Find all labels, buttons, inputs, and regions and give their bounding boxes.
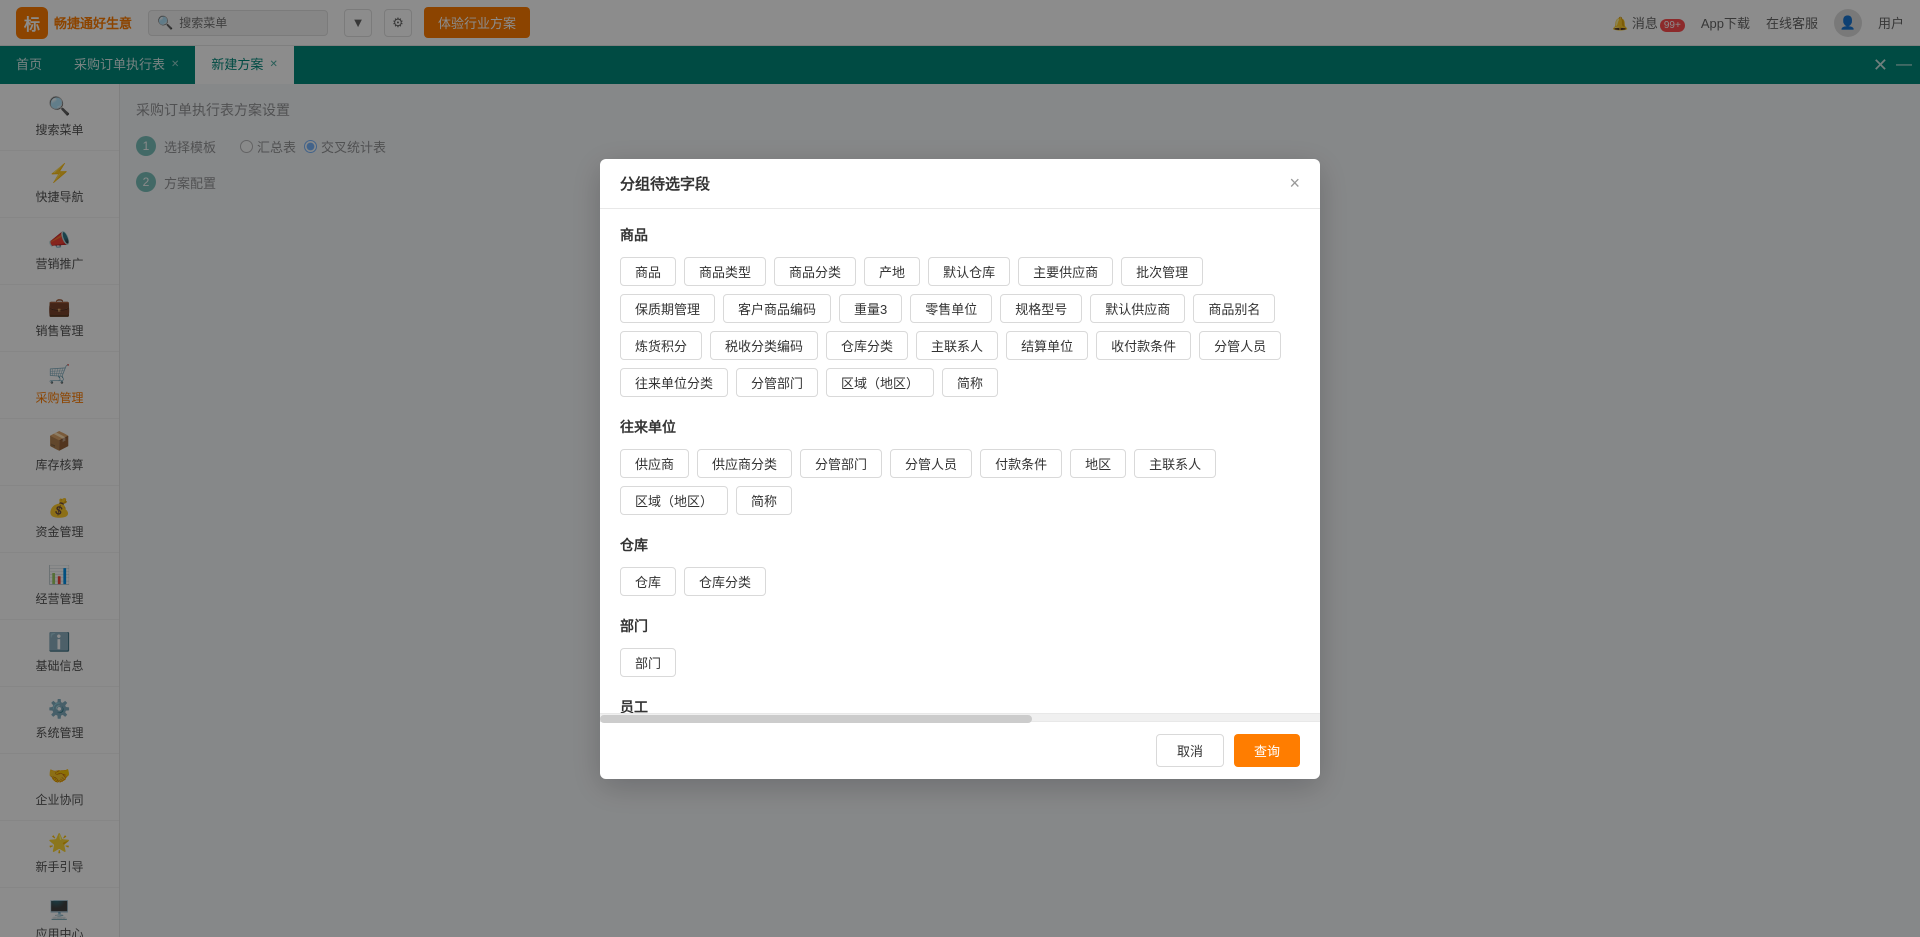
tag-goods-10[interactable]: 零售单位 [910,294,992,323]
section-warehouse-title: 仓库 [620,535,1300,555]
section-warehouse-tags: 仓库 仓库分类 [620,567,1300,596]
modal-footer: 取消 查询 [600,721,1320,779]
tag-partner-5[interactable]: 地区 [1070,449,1126,478]
section-department-title: 部门 [620,616,1300,636]
tag-goods-17[interactable]: 主联系人 [916,331,998,360]
tag-partner-6[interactable]: 主联系人 [1134,449,1216,478]
tag-partner-1[interactable]: 供应商分类 [697,449,792,478]
tag-goods-19[interactable]: 收付款条件 [1096,331,1191,360]
tag-goods-16[interactable]: 仓库分类 [826,331,908,360]
tag-goods-4[interactable]: 默认仓库 [928,257,1010,286]
section-goods: 商品 商品 商品类型 商品分类 产地 默认仓库 主要供应商 批次管理 保质期管理… [620,225,1300,397]
tag-department-0[interactable]: 部门 [620,648,676,677]
modal-dialog: 分组待选字段 × 商品 商品 商品类型 商品分类 产地 默认仓库 主要供应商 [600,159,1320,779]
tag-partner-3[interactable]: 分管人员 [890,449,972,478]
tag-goods-14[interactable]: 炼货积分 [620,331,702,360]
tag-goods-15[interactable]: 税收分类编码 [710,331,818,360]
section-goods-title: 商品 [620,225,1300,245]
section-partner-title: 往来单位 [620,417,1300,437]
section-department-tags: 部门 [620,648,1300,677]
tag-goods-24[interactable]: 简称 [942,368,998,397]
tag-goods-7[interactable]: 保质期管理 [620,294,715,323]
modal-title: 分组待选字段 [620,173,710,194]
tag-goods-11[interactable]: 规格型号 [1000,294,1082,323]
tag-goods-18[interactable]: 结算单位 [1006,331,1088,360]
tag-goods-23[interactable]: 区域（地区） [826,368,934,397]
tag-goods-5[interactable]: 主要供应商 [1018,257,1113,286]
tag-partner-4[interactable]: 付款条件 [980,449,1062,478]
tag-partner-7[interactable]: 区域（地区） [620,486,728,515]
modal-header: 分组待选字段 × [600,159,1320,209]
tag-goods-13[interactable]: 商品别名 [1193,294,1275,323]
content-area: 采购订单执行表方案设置 1 选择模板 汇总表 交叉统计表 2 方案配置 [120,84,1920,937]
tag-goods-8[interactable]: 客户商品编码 [723,294,831,323]
tag-warehouse-0[interactable]: 仓库 [620,567,676,596]
tag-partner-2[interactable]: 分管部门 [800,449,882,478]
tag-partner-8[interactable]: 简称 [736,486,792,515]
tag-goods-20[interactable]: 分管人员 [1199,331,1281,360]
main-layout: 🔍 搜索菜单 ⚡ 快捷导航 📣 营销推广 💼 销售管理 🛒 采购管理 📦 库存核… [0,84,1920,937]
section-employee: 员工 业务员 [620,697,1300,714]
section-partner: 往来单位 供应商 供应商分类 分管部门 分管人员 付款条件 地区 主联系人 区域… [620,417,1300,515]
section-employee-title: 员工 [620,697,1300,714]
tag-goods-12[interactable]: 默认供应商 [1090,294,1185,323]
section-warehouse: 仓库 仓库 仓库分类 [620,535,1300,596]
modal-close-btn[interactable]: × [1289,173,1300,194]
tag-goods-6[interactable]: 批次管理 [1121,257,1203,286]
modal-horizontal-scrollbar[interactable] [600,713,1320,720]
confirm-button[interactable]: 查询 [1234,734,1300,767]
section-partner-tags: 供应商 供应商分类 分管部门 分管人员 付款条件 地区 主联系人 区域（地区） … [620,449,1300,515]
modal-body: 商品 商品 商品类型 商品分类 产地 默认仓库 主要供应商 批次管理 保质期管理… [600,209,1320,714]
tag-goods-22[interactable]: 分管部门 [736,368,818,397]
modal-scroll-thumb [600,715,1032,723]
cancel-button[interactable]: 取消 [1156,734,1224,767]
tag-goods-1[interactable]: 商品类型 [684,257,766,286]
modal-overlay[interactable]: 分组待选字段 × 商品 商品 商品类型 商品分类 产地 默认仓库 主要供应商 [120,84,1920,937]
tag-warehouse-1[interactable]: 仓库分类 [684,567,766,596]
tag-goods-3[interactable]: 产地 [864,257,920,286]
tag-goods-21[interactable]: 往来单位分类 [620,368,728,397]
section-department: 部门 部门 [620,616,1300,677]
tag-goods-2[interactable]: 商品分类 [774,257,856,286]
section-goods-tags: 商品 商品类型 商品分类 产地 默认仓库 主要供应商 批次管理 保质期管理 客户… [620,257,1300,397]
tag-goods-9[interactable]: 重量3 [839,294,902,323]
tag-goods-0[interactable]: 商品 [620,257,676,286]
tag-partner-0[interactable]: 供应商 [620,449,689,478]
